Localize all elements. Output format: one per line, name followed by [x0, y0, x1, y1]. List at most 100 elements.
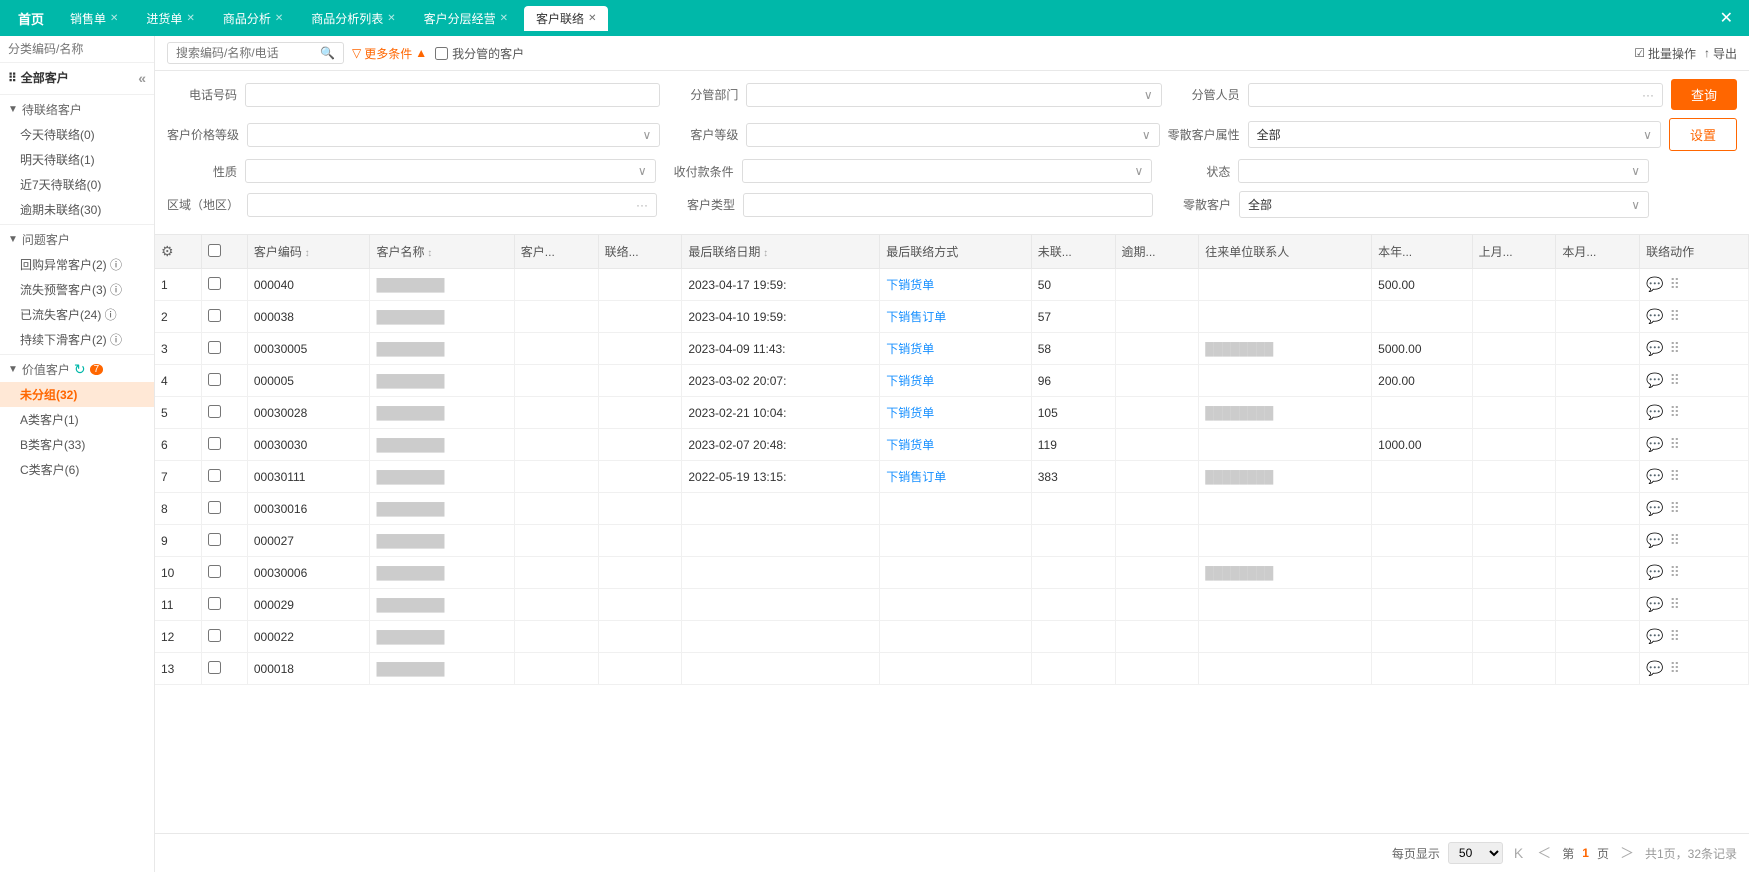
tab-product-list[interactable]: 商品分析列表 ✕ [299, 6, 407, 31]
cell-checkbox[interactable] [201, 269, 247, 301]
message-icon[interactable]: 💬 [1646, 628, 1663, 645]
home-tab[interactable]: 首页 [8, 5, 54, 32]
sidebar-item-overdue[interactable]: 逾期未联络(30) [0, 197, 154, 222]
more-action-icon[interactable]: ⠿ [1670, 372, 1680, 389]
customer-level-select[interactable]: ∨ [746, 123, 1159, 147]
region-field[interactable]: ··· [247, 193, 657, 217]
more-action-icon[interactable]: ⠿ [1670, 660, 1680, 677]
cell-last-method[interactable] [880, 589, 1031, 621]
more-action-icon[interactable]: ⠿ [1670, 500, 1680, 517]
close-window-icon[interactable]: ✕ [1712, 8, 1741, 28]
cell-checkbox[interactable] [201, 621, 247, 653]
more-icon-region[interactable]: ··· [636, 198, 648, 212]
message-icon[interactable]: 💬 [1646, 500, 1663, 517]
sidebar-item-b-class[interactable]: B类客户(33) [0, 432, 154, 457]
row-checkbox[interactable] [208, 437, 221, 450]
cell-last-method[interactable]: 下销货单 [880, 269, 1031, 301]
message-icon[interactable]: 💬 [1646, 468, 1663, 485]
row-checkbox[interactable] [208, 501, 221, 514]
sidebar-item-lost[interactable]: 已流失客户(24) ⓘ [0, 302, 154, 327]
tab-sales[interactable]: 销售单 ✕ [58, 6, 130, 31]
row-checkbox[interactable] [208, 341, 221, 354]
sidebar-search[interactable]: 🔍 [0, 36, 154, 63]
col-checkbox[interactable] [201, 235, 247, 269]
more-action-icon[interactable]: ⠿ [1670, 596, 1680, 613]
group-value[interactable]: ▼ 价值客户 ↻ 7 [0, 357, 154, 382]
more-action-icon[interactable]: ⠿ [1670, 276, 1680, 293]
cell-last-method[interactable] [880, 525, 1031, 557]
sidebar-item-a-class[interactable]: A类客户(1) [0, 407, 154, 432]
last-method-link[interactable]: 下销货单 [886, 374, 934, 388]
cell-checkbox[interactable] [201, 557, 247, 589]
close-tab-purchase[interactable]: ✕ [186, 13, 194, 24]
more-action-icon[interactable]: ⠿ [1670, 564, 1680, 581]
region-input[interactable] [256, 198, 632, 212]
cell-checkbox[interactable] [201, 461, 247, 493]
close-tab-sales[interactable]: ✕ [110, 13, 118, 24]
price-level-select[interactable]: ∨ [247, 123, 660, 147]
more-action-icon[interactable]: ⠿ [1670, 532, 1680, 549]
last-method-link[interactable]: 下销售订单 [886, 310, 946, 324]
reset-button[interactable]: 设置 [1669, 118, 1737, 151]
retail-select[interactable]: 全部 ∨ [1239, 191, 1649, 218]
row-checkbox[interactable] [208, 597, 221, 610]
last-method-link[interactable]: 下销货单 [886, 406, 934, 420]
search-input[interactable] [176, 46, 316, 60]
tab-customer-layer[interactable]: 客户分层经营 ✕ [412, 6, 520, 31]
group-problem[interactable]: ▼ 问题客户 [0, 227, 154, 252]
message-icon[interactable]: 💬 [1646, 372, 1663, 389]
close-tab-product-list[interactable]: ✕ [387, 13, 395, 24]
batch-op-btn[interactable]: ☑ 批量操作 [1634, 45, 1696, 62]
nature-select[interactable]: ∨ [245, 159, 656, 183]
tab-customer-contact[interactable]: 客户联络 ✕ [524, 6, 608, 31]
row-checkbox[interactable] [208, 565, 221, 578]
tab-product-analysis[interactable]: 商品分析 ✕ [211, 6, 295, 31]
cell-last-method[interactable]: 下销货单 [880, 397, 1031, 429]
more-conditions-btn[interactable]: ▽ 更多条件 ▲ [352, 45, 427, 62]
cell-last-method[interactable] [880, 621, 1031, 653]
more-action-icon[interactable]: ⠿ [1670, 404, 1680, 421]
group-pending[interactable]: ▼ 待联络客户 [0, 97, 154, 122]
cell-checkbox[interactable] [201, 365, 247, 397]
category-search-input[interactable] [8, 42, 155, 56]
last-method-link[interactable]: 下销售订单 [886, 470, 946, 484]
sidebar-item-abnormal[interactable]: 回购异常客户(2) ⓘ [0, 252, 154, 277]
last-method-link[interactable]: 下销货单 [886, 278, 934, 292]
cell-checkbox[interactable] [201, 301, 247, 333]
close-tab-customer-layer[interactable]: ✕ [500, 13, 508, 24]
message-icon[interactable]: 💬 [1646, 404, 1663, 421]
cell-checkbox[interactable] [201, 429, 247, 461]
customer-type-input[interactable] [752, 198, 1144, 212]
row-checkbox[interactable] [208, 469, 221, 482]
message-icon[interactable]: 💬 [1646, 340, 1663, 357]
manager-input[interactable] [1257, 88, 1638, 102]
refresh-icon[interactable]: ↻ [74, 361, 86, 378]
customer-type-field[interactable] [743, 193, 1153, 217]
sidebar-item-declining[interactable]: 持续下滑客户(2) ⓘ [0, 327, 154, 352]
cell-last-method[interactable] [880, 653, 1031, 685]
retail-attr-select[interactable]: 全部 ∨ [1248, 121, 1661, 148]
message-icon[interactable]: 💬 [1646, 660, 1663, 677]
cell-last-method[interactable]: 下销货单 [880, 333, 1031, 365]
all-customers-header[interactable]: ⠿ 全部客户 « [0, 63, 154, 92]
first-page-btn[interactable]: K [1511, 845, 1526, 861]
last-method-link[interactable]: 下销货单 [886, 438, 934, 452]
cell-checkbox[interactable] [201, 493, 247, 525]
next-page-btn[interactable]: ＞ [1617, 843, 1637, 863]
more-icon-manager[interactable]: ··· [1642, 88, 1654, 102]
more-action-icon[interactable]: ⠿ [1670, 628, 1680, 645]
my-customers-check[interactable] [435, 47, 448, 60]
more-action-icon[interactable]: ⠿ [1670, 436, 1680, 453]
select-all-checkbox[interactable] [208, 244, 221, 257]
close-tab-product-analysis[interactable]: ✕ [275, 13, 283, 24]
tab-purchase[interactable]: 进货单 ✕ [134, 6, 206, 31]
my-customers-checkbox[interactable]: 我分管的客户 [435, 45, 524, 62]
search-field[interactable]: 🔍 [167, 42, 344, 64]
last-method-link[interactable]: 下销货单 [886, 342, 934, 356]
sidebar-item-7days[interactable]: 近7天待联络(0) [0, 172, 154, 197]
sidebar-item-ungroup[interactable]: 未分组(32) [0, 382, 154, 407]
sidebar-item-warning[interactable]: 流失预警客户(3) ⓘ [0, 277, 154, 302]
row-checkbox[interactable] [208, 533, 221, 546]
phone-input[interactable] [254, 88, 651, 102]
query-button[interactable]: 查询 [1671, 79, 1737, 110]
